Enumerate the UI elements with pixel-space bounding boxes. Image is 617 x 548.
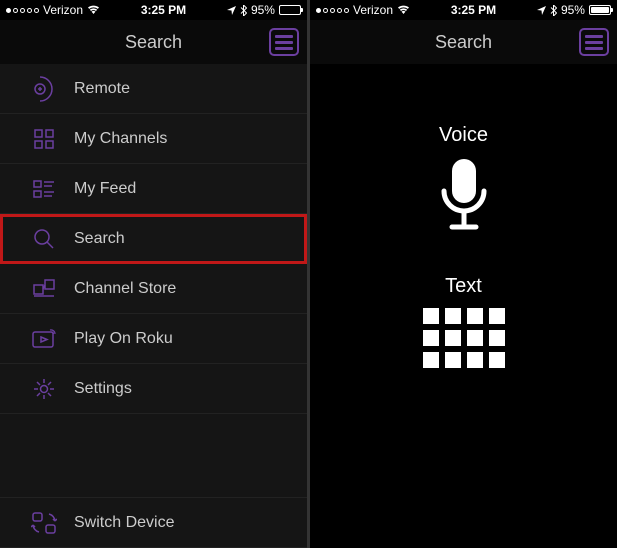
menu-label: My Feed [74, 180, 136, 198]
text-search-option[interactable]: Text [423, 275, 505, 368]
battery-percent: 95% [251, 3, 275, 17]
menu-item-play-on-roku[interactable]: Play On Roku [0, 314, 307, 364]
battery-icon [279, 5, 301, 15]
switch-device-icon [30, 509, 58, 537]
signal-strength-icon [316, 8, 349, 13]
menu-label: Search [74, 230, 125, 248]
status-time: 3:25 PM [141, 3, 186, 17]
menu-button[interactable] [269, 28, 299, 56]
menu-item-my-feed[interactable]: My Feed [0, 164, 307, 214]
menu-label: Play On Roku [74, 330, 173, 348]
nav-bar: Search [310, 20, 617, 64]
menu-button[interactable] [579, 28, 609, 56]
side-menu: Remote My Channels My Feed [0, 64, 307, 548]
store-icon [30, 275, 58, 303]
location-icon [537, 6, 546, 15]
menu-item-remote[interactable]: Remote [0, 64, 307, 114]
status-right: 95% [537, 3, 611, 17]
remote-icon [30, 75, 58, 103]
menu-item-channel-store[interactable]: Channel Store [0, 264, 307, 314]
search-screen: Voice Text [310, 64, 617, 548]
status-bar: Verizon 3:25 PM 95% [0, 0, 307, 20]
status-time: 3:25 PM [451, 3, 496, 17]
menu-item-search[interactable]: Search [0, 214, 307, 264]
feed-icon [30, 175, 58, 203]
channels-icon [30, 125, 58, 153]
keyboard-icon [423, 308, 505, 368]
play-icon [30, 325, 58, 353]
status-left: Verizon [6, 3, 100, 17]
wifi-icon [397, 5, 410, 15]
page-title: Search [435, 32, 492, 53]
menu-label: Remote [74, 80, 130, 98]
settings-icon [30, 375, 58, 403]
phone-right-search: Verizon 3:25 PM 95% Search [310, 0, 617, 548]
location-icon [227, 6, 236, 15]
menu-label: Settings [74, 380, 132, 398]
status-right: 95% [227, 3, 301, 17]
carrier-label: Verizon [353, 3, 393, 17]
menu-item-my-channels[interactable]: My Channels [0, 114, 307, 164]
status-left: Verizon [316, 3, 410, 17]
bluetooth-icon [240, 5, 247, 16]
nav-bar: Search [0, 20, 307, 64]
carrier-label: Verizon [43, 3, 83, 17]
signal-strength-icon [6, 8, 39, 13]
voice-label: Voice [439, 124, 488, 147]
bluetooth-icon [550, 5, 557, 16]
page-title: Search [125, 32, 182, 53]
wifi-icon [87, 5, 100, 15]
microphone-icon [438, 157, 490, 235]
battery-icon [589, 5, 611, 15]
menu-item-settings[interactable]: Settings [0, 364, 307, 414]
menu-item-switch-device[interactable]: Switch Device [0, 498, 307, 548]
text-label: Text [445, 275, 482, 298]
menu-label: Switch Device [74, 514, 174, 532]
status-bar: Verizon 3:25 PM 95% [310, 0, 617, 20]
menu-label: Channel Store [74, 280, 176, 298]
menu-label: My Channels [74, 130, 167, 148]
search-icon [30, 225, 58, 253]
voice-search-option[interactable]: Voice [438, 124, 490, 235]
phone-left-menu: Verizon 3:25 PM 95% Search [0, 0, 307, 548]
battery-percent: 95% [561, 3, 585, 17]
